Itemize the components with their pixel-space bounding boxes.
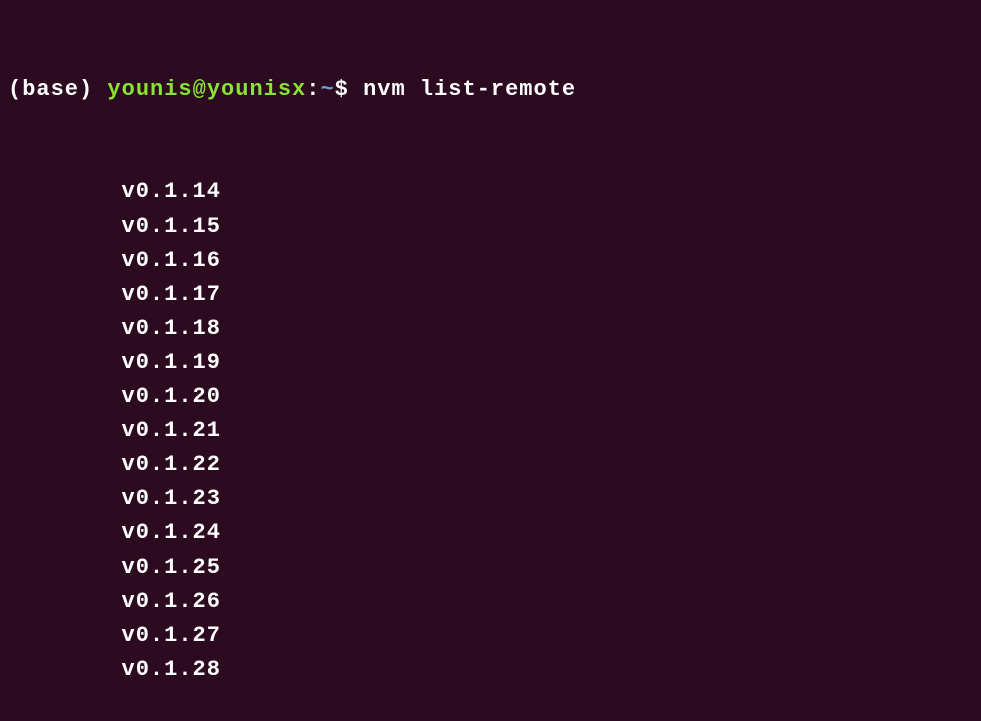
env-prefix: (base) xyxy=(8,77,107,102)
output-line: v0.1.22 xyxy=(8,448,973,482)
output-line: v0.1.26 xyxy=(8,585,973,619)
output-line: v0.1.19 xyxy=(8,346,973,380)
user-host: younis@younisx xyxy=(107,77,306,102)
command-text: nvm list-remote xyxy=(363,77,576,102)
output-list: v0.1.14v0.1.15v0.1.16v0.1.17v0.1.18v0.1.… xyxy=(8,175,973,686)
output-line: v0.1.27 xyxy=(8,619,973,653)
prompt-line: (base) younis@younisx:~$ nvm list-remote xyxy=(8,73,973,107)
prompt-dollar: $ xyxy=(335,77,363,102)
output-line: v0.1.25 xyxy=(8,551,973,585)
output-line: v0.1.28 xyxy=(8,653,973,687)
output-line: v0.1.20 xyxy=(8,380,973,414)
output-line: v0.1.16 xyxy=(8,244,973,278)
prompt-path: ~ xyxy=(320,77,334,102)
output-line: v0.1.14 xyxy=(8,175,973,209)
terminal[interactable]: (base) younis@younisx:~$ nvm list-remote… xyxy=(8,5,973,721)
output-line: v0.1.23 xyxy=(8,482,973,516)
prompt-colon: : xyxy=(306,77,320,102)
output-line: v0.1.17 xyxy=(8,278,973,312)
output-line: v0.1.15 xyxy=(8,210,973,244)
output-line: v0.1.24 xyxy=(8,516,973,550)
output-line: v0.1.18 xyxy=(8,312,973,346)
output-line: v0.1.21 xyxy=(8,414,973,448)
